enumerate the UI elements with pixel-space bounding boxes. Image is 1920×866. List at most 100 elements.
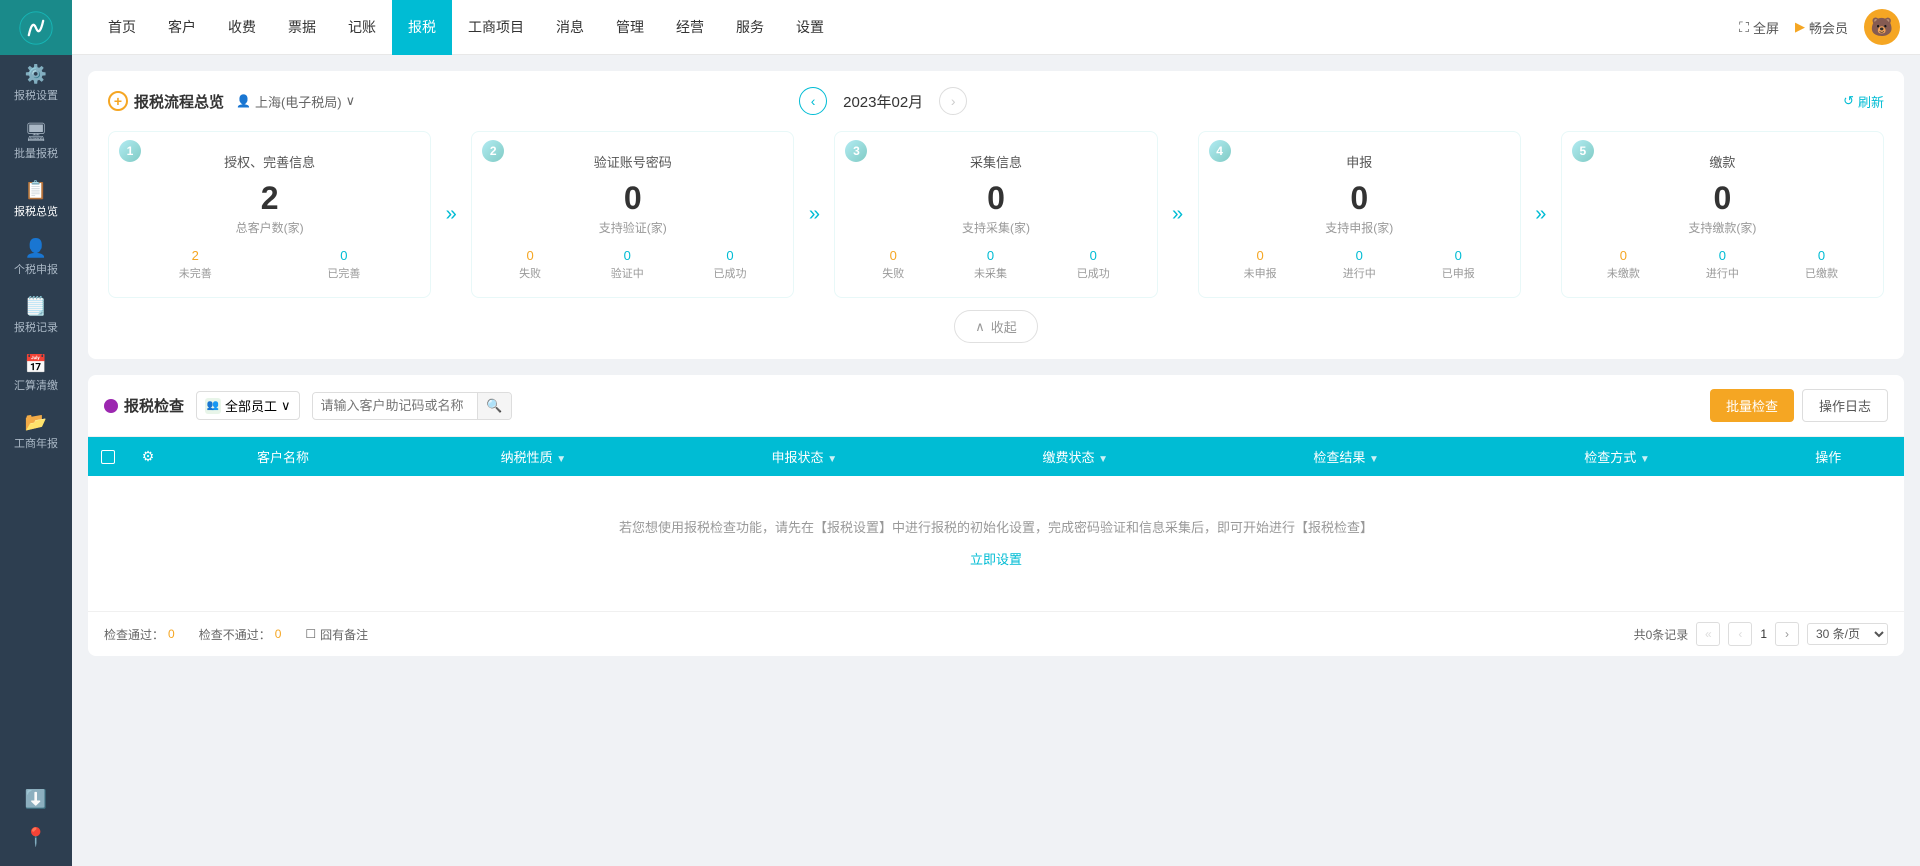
- refresh-icon: ↺: [1843, 93, 1854, 109]
- gear-icon[interactable]: ⚙: [142, 448, 155, 464]
- staff-icon: 👥: [205, 398, 221, 414]
- sidebar-item-annual-report[interactable]: 📂 工商年报: [0, 403, 72, 461]
- staff-selector[interactable]: 👥 全部员工 ∨: [196, 391, 300, 420]
- has-note-stat: ☐ 囧有备注: [305, 626, 368, 643]
- topnav-manage[interactable]: 管理: [600, 0, 660, 55]
- table-header-operation: 操作: [1752, 437, 1904, 476]
- sidebar-item-batch-tax[interactable]: 🖥 批量报税: [0, 113, 72, 171]
- tax-settings-icon: ⚙️: [25, 65, 47, 83]
- step-count-5: 0: [1574, 179, 1871, 217]
- topnav-fee[interactable]: 收费: [212, 0, 272, 55]
- setup-link[interactable]: 立即设置: [970, 552, 1022, 567]
- summary-title-icon: +: [108, 91, 128, 111]
- table-header-gear: ⚙: [128, 437, 168, 476]
- steps-container: 1 授权、完善信息 2 总客户数(家) 2 未完善 0 已完善: [108, 131, 1884, 298]
- next-month-btn[interactable]: ›: [939, 87, 967, 115]
- table-header-client-name[interactable]: 客户名称: [168, 437, 398, 476]
- summary-card: + 报税流程总览 👤 上海(电子税局) ∨ ‹ 2023年02月 › ↺ 刷新: [88, 71, 1904, 359]
- step-stat-not-declared: 0 未申报: [1244, 248, 1277, 281]
- step-declare: 4 申报 0 支持申报(家) 0 未申报 0 进行中: [1198, 131, 1521, 298]
- step-stats-1: 2 未完善 0 已完善: [121, 248, 418, 281]
- topnav-tax[interactable]: 报税: [392, 0, 452, 55]
- collapse-bar: ∧ 收起: [108, 310, 1884, 343]
- step-stats-3: 0 失败 0 未采集 0 已成功: [847, 248, 1144, 281]
- vip-icon: ▶: [1795, 19, 1805, 35]
- vip-btn[interactable]: ▶ 畅会员: [1795, 18, 1848, 37]
- step-pay: 5 缴款 0 支持缴款(家) 0 未缴款 0 进行中: [1561, 131, 1884, 298]
- step-stats-2: 0 失败 0 验证中 0 已成功: [484, 248, 781, 281]
- search-button[interactable]: 🔍: [477, 393, 510, 419]
- location-person-icon: 👤: [236, 94, 251, 108]
- step-title-2: 验证账号密码: [484, 148, 781, 171]
- topnav-accounting[interactable]: 记账: [332, 0, 392, 55]
- batch-tax-icon: 🖥: [25, 123, 48, 141]
- operation-log-button[interactable]: 操作日志: [1802, 389, 1888, 422]
- step-subtitle-4: 支持申报(家): [1211, 219, 1508, 236]
- empty-table-message: 若您想使用报税检查功能，请先在【报税设置】中进行报税的初始化设置，完成密码验证和…: [88, 476, 1904, 611]
- batch-check-button[interactable]: 批量检查: [1710, 389, 1794, 422]
- step-stat-declared: 0 已申报: [1442, 248, 1475, 281]
- arrow-3: »: [1158, 131, 1198, 298]
- table-header-tax-nature[interactable]: 纳税性质 ▼: [398, 437, 669, 476]
- purple-dot-icon: [104, 399, 118, 413]
- topnav-business[interactable]: 工商项目: [452, 0, 540, 55]
- chevron-up-icon: ∧: [975, 319, 985, 335]
- month-navigator: ‹ 2023年02月 ›: [799, 87, 967, 115]
- refresh-btn[interactable]: ↺ 刷新: [1843, 92, 1884, 111]
- step-stat-collect-success: 0 已成功: [1077, 248, 1110, 281]
- filter-icon-5: ▼: [1640, 454, 1650, 465]
- sidebar-item-tax-overview[interactable]: 📋 报税总览: [0, 171, 72, 229]
- data-table: ⚙ 客户名称 纳税性质 ▼ 申报状态 ▼: [88, 437, 1904, 611]
- summary-header: + 报税流程总览 👤 上海(电子税局) ∨ ‹ 2023年02月 › ↺ 刷新: [108, 87, 1884, 115]
- check-title: 报税检查: [104, 395, 184, 416]
- user-avatar[interactable]: 🐻: [1864, 9, 1900, 45]
- summary-title: + 报税流程总览: [108, 91, 224, 112]
- location-icon: 📍: [25, 828, 47, 846]
- fullscreen-btn[interactable]: ⛶ 全屏: [1739, 18, 1779, 37]
- prev-month-btn[interactable]: ‹: [799, 87, 827, 115]
- step-title-5: 缴款: [1574, 148, 1871, 171]
- topnav-home[interactable]: 首页: [92, 0, 152, 55]
- table-header-row: ⚙ 客户名称 纳税性质 ▼ 申报状态 ▼: [88, 437, 1904, 476]
- topnav-client[interactable]: 客户: [152, 0, 212, 55]
- note-icon: ☐: [305, 627, 316, 641]
- chevron-down-icon: ∨: [346, 93, 356, 109]
- topnav-operations[interactable]: 经营: [660, 0, 720, 55]
- table-header-check-method[interactable]: 检查方式 ▼: [1482, 437, 1753, 476]
- annual-report-icon: 📂: [25, 413, 47, 431]
- topnav-service[interactable]: 服务: [720, 0, 780, 55]
- sidebar-item-settlement[interactable]: 📅 汇算清缴: [0, 345, 72, 403]
- check-header: 报税检查 👥 全部员工 ∨ 🔍 批量检查 操作日志: [88, 375, 1904, 437]
- topnav-invoice[interactable]: 票据: [272, 0, 332, 55]
- sidebar-item-download[interactable]: ⬇️: [0, 780, 72, 818]
- page-body: + 报税流程总览 👤 上海(电子税局) ∨ ‹ 2023年02月 › ↺ 刷新: [72, 55, 1920, 866]
- search-input[interactable]: [313, 393, 478, 418]
- check-pass-stat: 检查通过： 0: [104, 626, 175, 643]
- arrow-1: »: [431, 131, 471, 298]
- filter-icon-1: ▼: [556, 454, 566, 465]
- first-page-btn[interactable]: «: [1696, 622, 1720, 646]
- step-stat-not-paid: 0 未缴款: [1607, 248, 1640, 281]
- topnav: 首页 客户 收费 票据 记账 报税 工商项目 消息 管理 经营 服务 设置 ⛶ …: [72, 0, 1920, 55]
- app-logo[interactable]: [0, 0, 72, 55]
- prev-page-btn[interactable]: ‹: [1728, 622, 1752, 646]
- sidebar-item-location[interactable]: 📍: [0, 818, 72, 856]
- per-page-selector[interactable]: 30 条/页 50 条/页 100 条/页: [1807, 623, 1888, 645]
- select-all-checkbox[interactable]: [101, 450, 115, 464]
- check-fail-stat: 检查不通过： 0: [199, 626, 282, 643]
- table-header-declare-status[interactable]: 申报状态 ▼: [669, 437, 940, 476]
- topnav-message[interactable]: 消息: [540, 0, 600, 55]
- sidebar-item-tax-records[interactable]: 🗒️ 报税记录: [0, 287, 72, 345]
- step-stat-verifying: 0 验证中: [611, 248, 644, 281]
- topnav-settings[interactable]: 设置: [780, 0, 840, 55]
- sidebar-item-personal-tax[interactable]: 👤 个税申报: [0, 229, 72, 287]
- sidebar-item-tax-settings[interactable]: ⚙️ 报税设置: [0, 55, 72, 113]
- collapse-button[interactable]: ∧ 收起: [954, 310, 1038, 343]
- location-tag[interactable]: 👤 上海(电子税局) ∨: [236, 92, 355, 111]
- table-header-pay-status[interactable]: 缴费状态 ▼: [940, 437, 1211, 476]
- table-header-check-result[interactable]: 检查结果 ▼: [1211, 437, 1482, 476]
- page-number: 1: [1760, 627, 1767, 641]
- next-page-btn[interactable]: ›: [1775, 622, 1799, 646]
- step-verify: 2 验证账号密码 0 支持验证(家) 0 失败 0 验证中: [471, 131, 794, 298]
- table-footer: 检查通过： 0 检查不通过： 0 ☐ 囧有备注 共0条记录 « ‹ 1 ›: [88, 611, 1904, 656]
